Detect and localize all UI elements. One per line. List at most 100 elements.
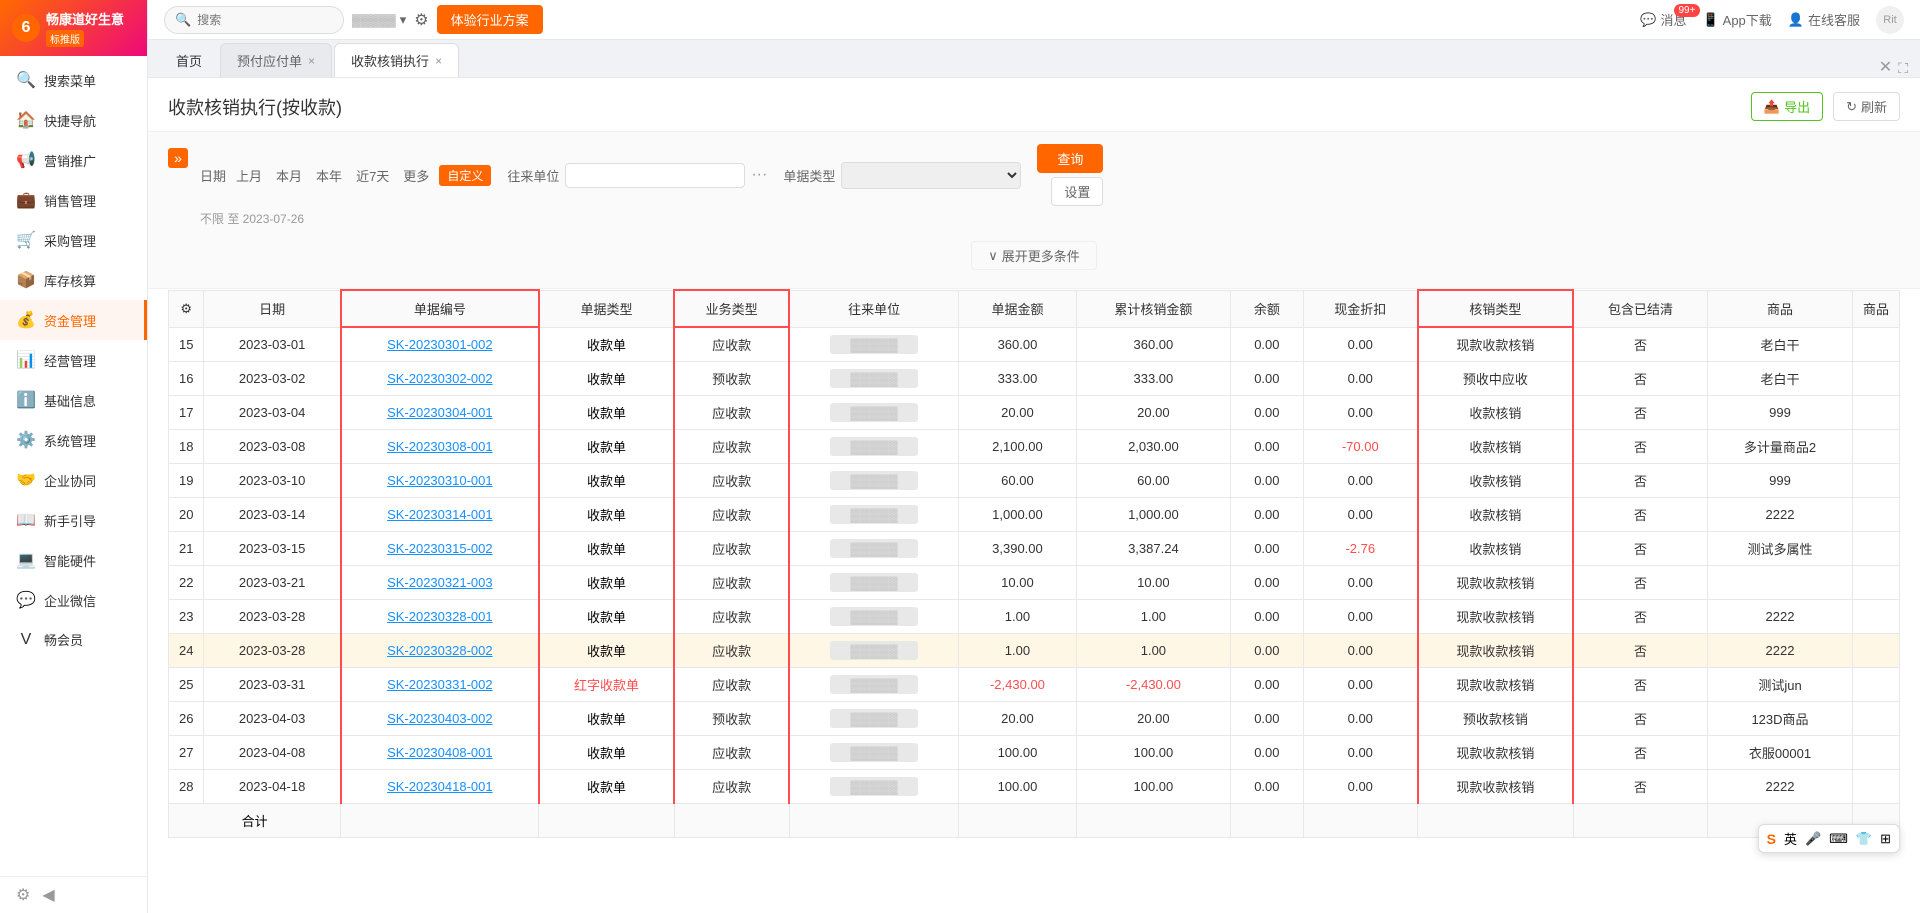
footer-write-type <box>1418 804 1573 838</box>
doc-no-link[interactable]: SK-20230314-001 <box>387 507 493 522</box>
date-custom-button[interactable]: 自定义 <box>439 165 491 186</box>
ime-shirt-icon[interactable]: 👕 <box>1856 831 1872 847</box>
tab-receipt-close[interactable]: × <box>435 54 442 68</box>
setting-button[interactable]: 设置 <box>1051 177 1103 206</box>
tab-prepay-close[interactable]: × <box>308 54 315 68</box>
sidebar-item-hardware[interactable]: 💻智能硬件 <box>0 540 147 580</box>
date-more[interactable]: 更多 <box>399 164 433 187</box>
topbar-dropdown[interactable]: ▓▓▓▓▓ ▾ <box>352 12 406 28</box>
doc-no-link[interactable]: SK-20230304-001 <box>387 405 493 420</box>
row-discount: 0.00 <box>1303 736 1417 770</box>
date-last-month[interactable]: 上月 <box>232 164 266 187</box>
sidebar-item-purchase[interactable]: 🛒采购管理 <box>0 220 147 260</box>
collapse-icon[interactable]: ◀ <box>42 885 54 905</box>
search-input[interactable] <box>197 13 333 27</box>
row-write-type: 现款收款核销 <box>1418 634 1573 668</box>
doc-no-link[interactable]: SK-20230310-001 <box>387 473 493 488</box>
sidebar-item-sales[interactable]: 💼销售管理 <box>0 180 147 220</box>
doc-no-link[interactable]: SK-20230308-001 <box>387 439 493 454</box>
table-footer-row: 合计 <box>169 804 1900 838</box>
sidebar-item-label: 新手引导 <box>44 511 96 530</box>
footer-doc-type <box>539 804 674 838</box>
row-no: 15 <box>169 327 204 362</box>
tab-receipt-exec[interactable]: 收款核销执行 × <box>334 43 459 77</box>
row-no: 21 <box>169 532 204 566</box>
doc-no-link[interactable]: SK-20230321-003 <box>387 575 493 590</box>
row-biz-type: 应收款 <box>674 566 789 600</box>
refresh-button[interactable]: ↻ 刷新 <box>1833 92 1900 121</box>
sidebar-item-member[interactable]: V畅会员 <box>0 620 147 659</box>
expand-more-button[interactable]: ∨ 展开更多条件 <box>971 241 1097 270</box>
filter-toggle-button[interactable]: » <box>168 148 188 168</box>
message-button[interactable]: 💬 消息 99+ <box>1640 10 1686 29</box>
doc-no-link[interactable]: SK-20230301-002 <box>387 337 493 352</box>
row-no: 19 <box>169 464 204 498</box>
col-settings[interactable]: ⚙ <box>169 290 204 327</box>
partner-more-icon[interactable]: ··· <box>751 166 767 184</box>
sidebar-item-marketing[interactable]: 📢营销推广 <box>0 140 147 180</box>
doc-no-link[interactable]: SK-20230315-002 <box>387 541 493 556</box>
topbar-search-box[interactable]: 🔍 <box>164 6 344 34</box>
sidebar-item-inventory[interactable]: 📦库存核算 <box>0 260 147 300</box>
table-header: ⚙ 日期 单据编号 单据类型 业务类型 往来单位 单据金额 累计核销金额 余额 … <box>169 290 1900 327</box>
row-doc-no: SK-20230314-001 <box>341 498 539 532</box>
tab-home[interactable]: 首页 <box>160 44 218 77</box>
sidebar-item-guide[interactable]: 📖新手引导 <box>0 500 147 540</box>
sidebar-item-operation[interactable]: 📊经营管理 <box>0 340 147 380</box>
online-service-button[interactable]: 👤 在线客服 <box>1788 10 1860 29</box>
gear-icon[interactable]: ⚙ <box>414 10 428 30</box>
row-partner: ▓▓▓▓▓ <box>789 396 958 430</box>
doc-no-link[interactable]: SK-20230403-002 <box>387 711 493 726</box>
doc-no-link[interactable]: SK-20230418-001 <box>387 779 493 794</box>
sidebar-item-wechat[interactable]: 💬企业微信 <box>0 580 147 620</box>
footer-write-off <box>1076 804 1230 838</box>
date-7days[interactable]: 近7天 <box>352 164 393 187</box>
tab-prepay-order[interactable]: 预付应付单 × <box>220 43 332 77</box>
row-included: 否 <box>1573 770 1707 804</box>
query-button[interactable]: 查询 <box>1037 144 1103 173</box>
doc-no-link[interactable]: SK-20230328-001 <box>387 609 493 624</box>
row-write-off: 20.00 <box>1076 396 1230 430</box>
settings-icon[interactable]: ⚙ <box>180 301 192 316</box>
row-product2 <box>1852 464 1899 498</box>
col-amount: 单据金额 <box>958 290 1076 327</box>
row-included: 否 <box>1573 532 1707 566</box>
row-amount: 1.00 <box>958 600 1076 634</box>
row-doc-type: 收款单 <box>539 362 674 396</box>
window-expand-icon[interactable]: ⛶ <box>1898 60 1908 77</box>
sidebar-item-label: 企业微信 <box>44 591 96 610</box>
doc-no-link[interactable]: SK-20230328-002 <box>387 643 493 658</box>
sidebar-item-system[interactable]: ⚙️系统管理 <box>0 420 147 460</box>
ime-mic-icon[interactable]: 🎤 <box>1805 831 1821 847</box>
sidebar-item-quick-nav[interactable]: 🏠快捷导航 <box>0 100 147 140</box>
app-icon: 📱 <box>1702 12 1718 28</box>
ime-brand-icon: S <box>1767 831 1776 847</box>
sidebar-item-search[interactable]: 🔍搜索菜单 <box>0 60 147 100</box>
export-button[interactable]: 📤 导出 <box>1751 92 1823 121</box>
ime-grid-icon[interactable]: ⊞ <box>1880 831 1891 847</box>
user-avatar[interactable]: Rit <box>1876 6 1904 34</box>
window-close-icon[interactable]: ✕ <box>1879 57 1892 77</box>
doc-no-link[interactable]: SK-20230408-001 <box>387 745 493 760</box>
page-title: 收款核销执行(按收款) <box>168 94 342 120</box>
row-no: 25 <box>169 668 204 702</box>
date-this-year[interactable]: 本年 <box>312 164 346 187</box>
ime-keyboard-icon[interactable]: ⌨ <box>1829 831 1848 847</box>
row-date: 2023-04-18 <box>204 770 341 804</box>
date-this-month[interactable]: 本月 <box>272 164 306 187</box>
search-icon: 🔍 <box>16 70 36 90</box>
row-write-off: 1,000.00 <box>1076 498 1230 532</box>
partner-input[interactable] <box>565 163 745 188</box>
doc-no-link[interactable]: SK-20230331-002 <box>387 677 493 692</box>
solution-button[interactable]: 体验行业方案 <box>437 5 543 34</box>
row-no: 24 <box>169 634 204 668</box>
doc-type-select[interactable] <box>841 162 1021 189</box>
doc-no-link[interactable]: SK-20230302-002 <box>387 371 493 386</box>
sidebar-item-basic[interactable]: ℹ️基础信息 <box>0 380 147 420</box>
sidebar-item-collab[interactable]: 🤝企业协同 <box>0 460 147 500</box>
row-product1: 2222 <box>1708 498 1853 532</box>
settings-icon[interactable]: ⚙ <box>16 885 30 905</box>
app-download-button[interactable]: 📱 App下载 <box>1702 10 1771 29</box>
sidebar-item-finance[interactable]: 💰资金管理 <box>0 300 147 340</box>
table-row: 19 2023-03-10 SK-20230310-001 收款单 应收款 ▓▓… <box>169 464 1900 498</box>
